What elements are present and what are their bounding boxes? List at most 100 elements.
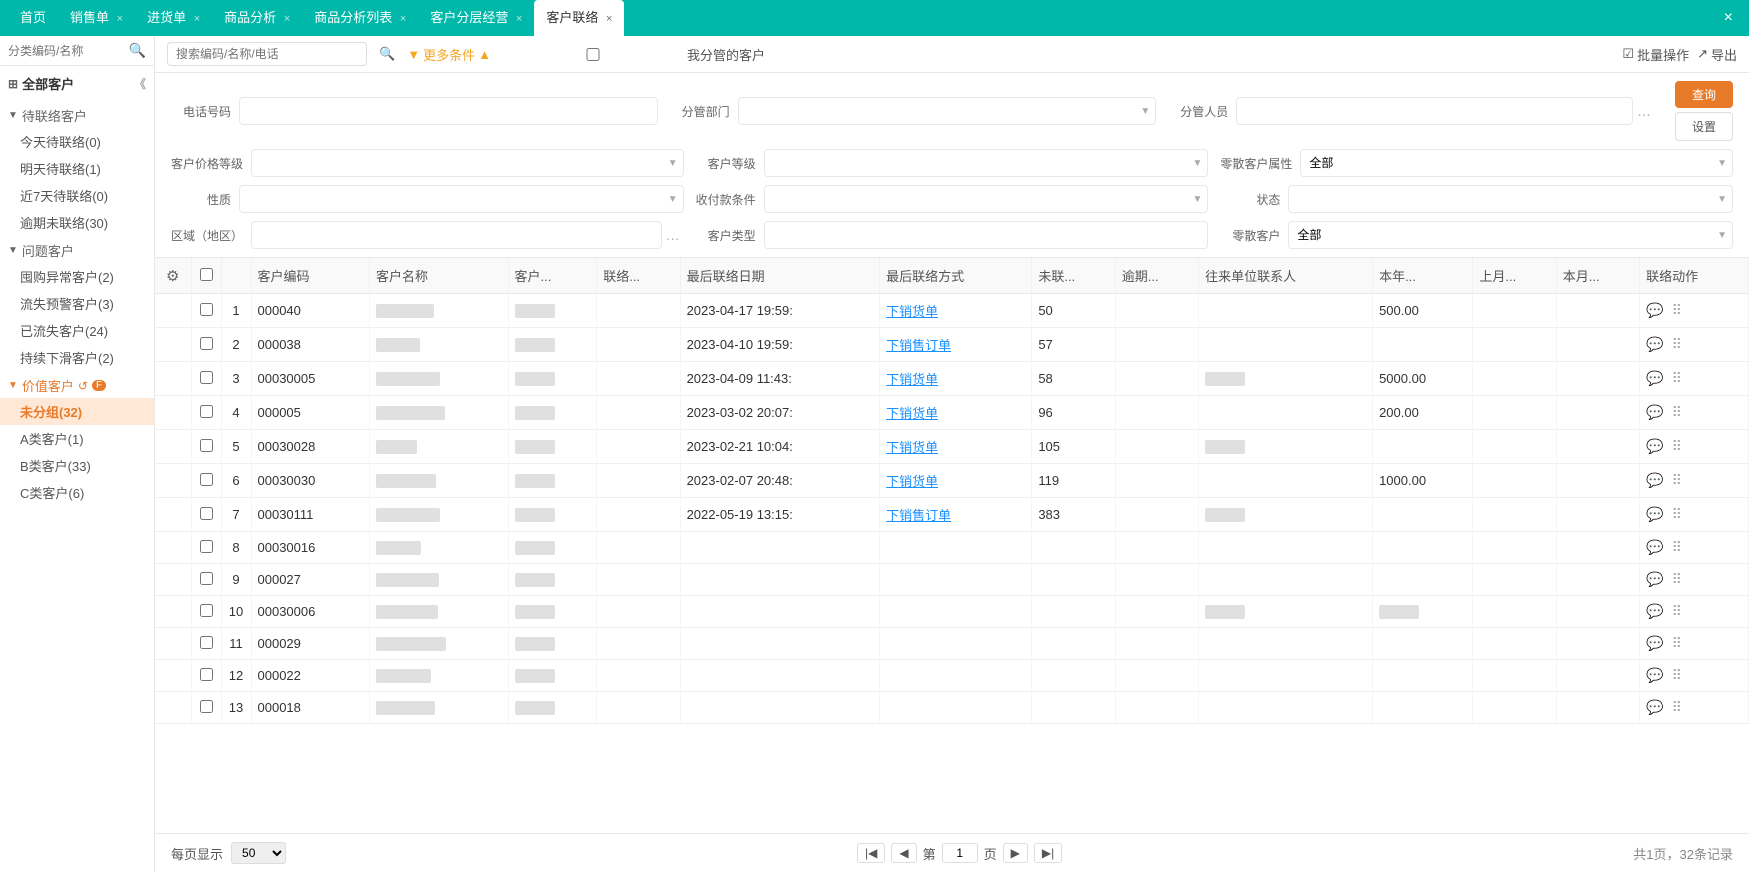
filter-manager-input[interactable] (1236, 97, 1633, 125)
row-checkbox-11[interactable] (200, 668, 213, 681)
row-checkbox-9[interactable] (200, 604, 213, 617)
last-way-link-1[interactable]: 下销售订单 (886, 338, 951, 353)
nav-tab-analysis[interactable]: 商品分析 × (212, 0, 302, 36)
action-more-icon-3[interactable]: ⠿ (1672, 404, 1682, 421)
close-salesorder-icon[interactable]: × (117, 13, 123, 25)
reload-icon[interactable]: ↺ (78, 379, 88, 393)
sidebar-search-input[interactable] (8, 44, 125, 58)
close-contact-icon[interactable]: × (606, 13, 612, 25)
action-chat-icon-3[interactable]: 💬 (1646, 404, 1663, 421)
action-more-icon-4[interactable]: ⠿ (1672, 438, 1682, 455)
action-chat-icon-12[interactable]: 💬 (1646, 699, 1663, 716)
row-checkbox-2[interactable] (200, 371, 213, 384)
last-way-link-6[interactable]: 下销售订单 (886, 508, 951, 523)
filter-phone-input[interactable] (239, 97, 658, 125)
my-customers-checkbox[interactable] (503, 48, 683, 61)
action-chat-icon-8[interactable]: 💬 (1646, 571, 1663, 588)
row-checkbox-7[interactable] (200, 540, 213, 553)
filter-zero-attr-select[interactable]: 全部 (1300, 149, 1733, 177)
sidebar-section-problem[interactable]: ▼ 问题客户 (0, 236, 154, 263)
export-button[interactable]: ↗ 导出 (1697, 45, 1737, 64)
close-purchase-icon[interactable]: × (194, 13, 200, 25)
select-all-checkbox[interactable] (200, 268, 213, 281)
sidebar-item-lost[interactable]: 已流失客户(24) (0, 317, 154, 344)
sidebar-search-icon[interactable]: 🔍 (129, 42, 146, 59)
sidebar-section-value[interactable]: ▼ 价值客户 ↺ F (0, 371, 154, 398)
action-chat-icon-1[interactable]: 💬 (1646, 336, 1663, 353)
action-chat-icon-7[interactable]: 💬 (1646, 539, 1663, 556)
nav-tab-purchase[interactable]: 进货单 × (135, 0, 212, 36)
sidebar-item-class-c[interactable]: C类客户(6) (0, 479, 154, 506)
row-checkbox-6[interactable] (200, 507, 213, 520)
page-number-input[interactable] (942, 843, 978, 863)
batch-op-button[interactable]: ☑ 批量操作 (1622, 45, 1689, 64)
more-conditions-button[interactable]: ▼ 更多条件 ▲ (407, 45, 491, 64)
sidebar-item-today[interactable]: 今天待联络(0) (0, 128, 154, 155)
row-checkbox-5[interactable] (200, 473, 213, 486)
last-way-link-0[interactable]: 下销货单 (886, 304, 938, 319)
nav-tab-analysis-list[interactable]: 商品分析列表 × (302, 0, 418, 36)
next-page-button[interactable]: ▶ (1003, 843, 1028, 863)
row-checkbox-12[interactable] (200, 700, 213, 713)
sidebar-item-overdue[interactable]: 逾期未联络(30) (0, 209, 154, 236)
filter-zero-customer-select[interactable]: 全部 (1288, 221, 1733, 249)
filter-region-more-icon[interactable]: … (662, 227, 684, 243)
action-more-icon-5[interactable]: ⠿ (1672, 472, 1682, 489)
last-way-link-2[interactable]: 下销货单 (886, 372, 938, 387)
action-more-icon-2[interactable]: ⠿ (1672, 370, 1682, 387)
filter-customer-type-input[interactable] (764, 221, 1209, 249)
close-all-tabs-button[interactable]: × (1716, 9, 1741, 27)
first-page-button[interactable]: |◀ (857, 843, 885, 863)
action-chat-icon-4[interactable]: 💬 (1646, 438, 1663, 455)
action-chat-icon-6[interactable]: 💬 (1646, 506, 1663, 523)
filter-payment-select[interactable] (764, 185, 1209, 213)
row-checkbox-10[interactable] (200, 636, 213, 649)
sidebar-item-class-b[interactable]: B类客户(33) (0, 452, 154, 479)
action-more-icon-9[interactable]: ⠿ (1672, 603, 1682, 620)
sidebar-item-class-a[interactable]: A类客户(1) (0, 425, 154, 452)
action-more-icon-11[interactable]: ⠿ (1672, 667, 1682, 684)
close-segmentation-icon[interactable]: × (516, 13, 522, 25)
row-checkbox-1[interactable] (200, 337, 213, 350)
action-chat-icon-11[interactable]: 💬 (1646, 667, 1663, 684)
filter-customer-grade-select[interactable] (764, 149, 1209, 177)
prev-page-button[interactable]: ◀ (891, 843, 916, 863)
action-chat-icon-9[interactable]: 💬 (1646, 603, 1663, 620)
action-more-icon-12[interactable]: ⠿ (1672, 699, 1682, 716)
nav-home[interactable]: 首页 (8, 0, 58, 36)
sidebar-all-customers[interactable]: ⊞ 全部客户 《 (0, 66, 154, 101)
filter-manager-more-icon[interactable]: … (1633, 103, 1655, 119)
row-checkbox-0[interactable] (200, 303, 213, 316)
action-chat-icon-0[interactable]: 💬 (1646, 302, 1663, 319)
action-chat-icon-2[interactable]: 💬 (1646, 370, 1663, 387)
action-more-icon-7[interactable]: ⠿ (1672, 539, 1682, 556)
action-more-icon-0[interactable]: ⠿ (1672, 302, 1682, 319)
filter-region-input[interactable] (251, 221, 662, 249)
sidebar-item-tomorrow[interactable]: 明天待联络(1) (0, 155, 154, 182)
action-chat-icon-5[interactable]: 💬 (1646, 472, 1663, 489)
row-checkbox-8[interactable] (200, 572, 213, 585)
row-checkbox-4[interactable] (200, 439, 213, 452)
action-chat-icon-10[interactable]: 💬 (1646, 635, 1663, 652)
reset-button[interactable]: 设置 (1675, 112, 1733, 141)
action-more-icon-6[interactable]: ⠿ (1672, 506, 1682, 523)
filter-nature-select[interactable] (239, 185, 684, 213)
action-more-icon-10[interactable]: ⠿ (1672, 635, 1682, 652)
search-input[interactable] (167, 42, 367, 66)
table-settings-button[interactable]: ⚙ (166, 267, 179, 285)
search-button[interactable]: 🔍 (379, 46, 395, 62)
filter-status-select[interactable] (1288, 185, 1733, 213)
last-way-link-5[interactable]: 下销货单 (886, 474, 938, 489)
last-way-link-4[interactable]: 下销货单 (886, 440, 938, 455)
sidebar-item-declining[interactable]: 持续下滑客户(2) (0, 344, 154, 371)
my-customers-checkbox-label[interactable]: 我分管的客户 (503, 45, 765, 64)
per-page-select[interactable]: 50 100 200 (231, 842, 286, 864)
close-analysis-list-icon[interactable]: × (400, 13, 406, 25)
row-checkbox-3[interactable] (200, 405, 213, 418)
sidebar-section-pending[interactable]: ▼ 待联络客户 (0, 101, 154, 128)
filter-price-grade-select[interactable] (251, 149, 684, 177)
sidebar-item-7days[interactable]: 近7天待联络(0) (0, 182, 154, 209)
sidebar-item-warn-lost[interactable]: 流失预警客户(3) (0, 290, 154, 317)
query-button[interactable]: 查询 (1675, 81, 1733, 108)
last-page-button[interactable]: ▶| (1034, 843, 1062, 863)
